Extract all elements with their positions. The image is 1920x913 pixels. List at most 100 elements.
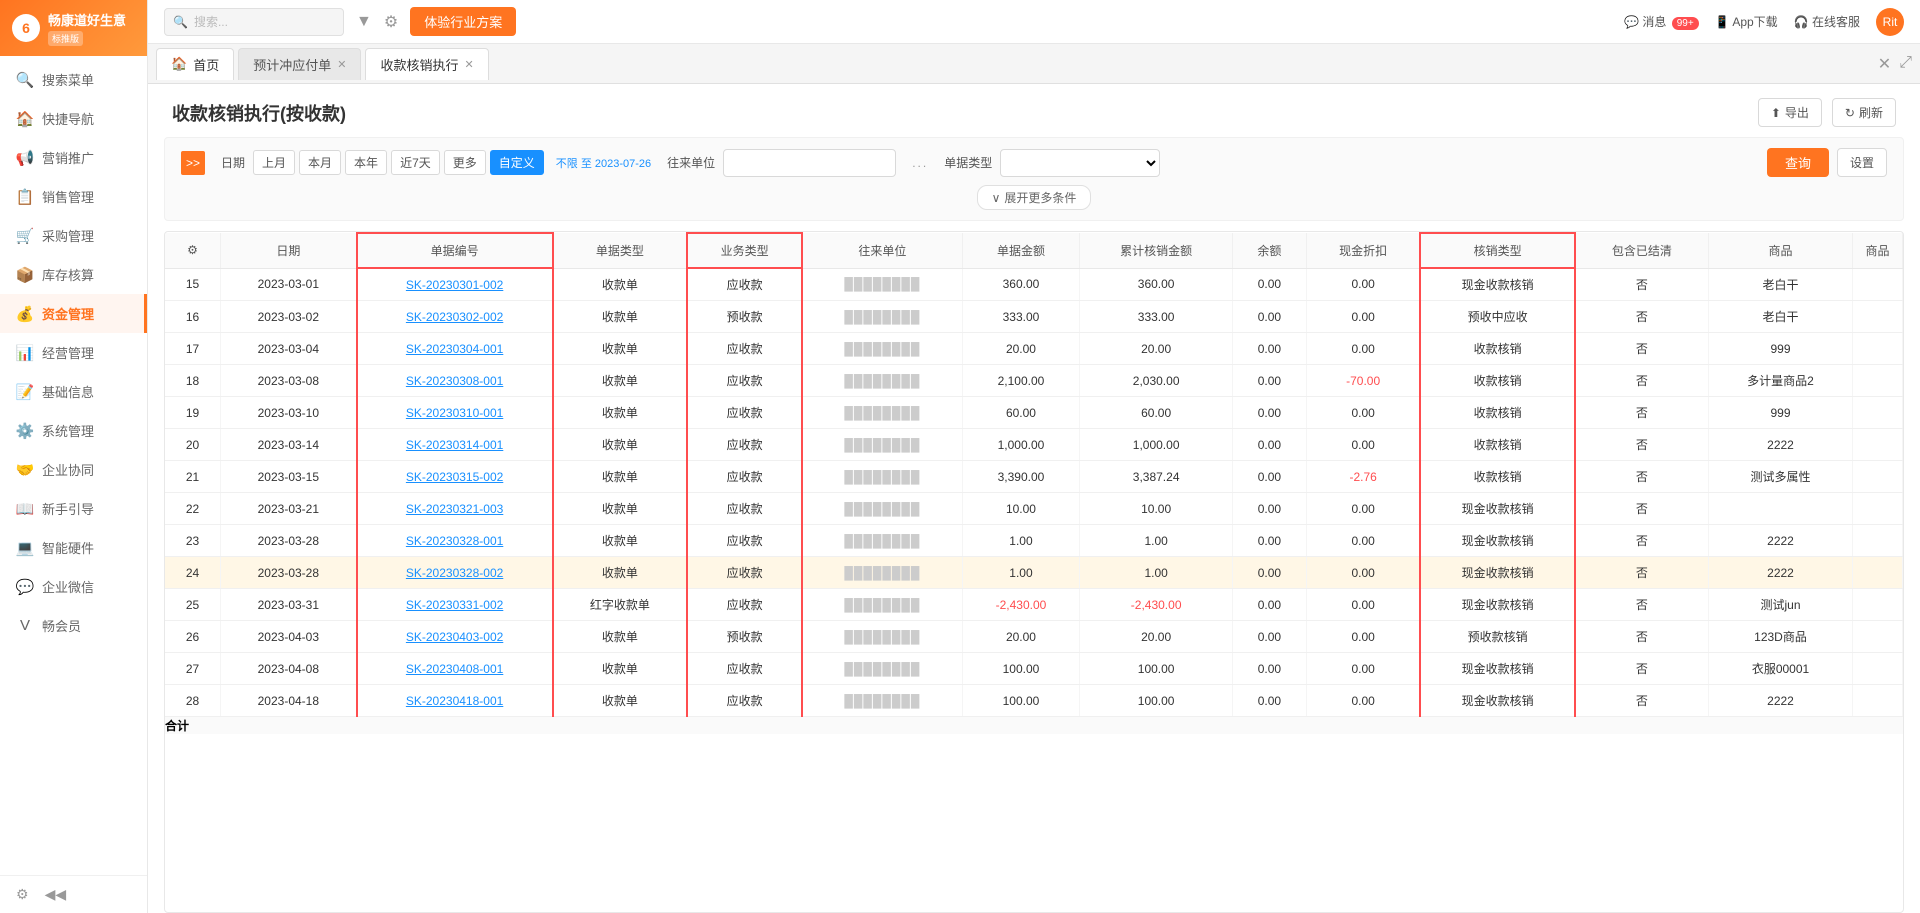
user-avatar[interactable]: Rit — [1876, 8, 1904, 36]
cell-voucher-no[interactable]: SK-20230328-002 — [357, 557, 553, 589]
filter-date-this-month[interactable]: 本月 — [299, 150, 341, 175]
tab-home[interactable]: 🏠 首页 — [156, 48, 234, 80]
finance-icon: 💰 — [16, 305, 34, 323]
sidebar-collapse-icon[interactable]: ◀◀ — [45, 886, 67, 903]
cell-voucher-no[interactable]: SK-20230304-001 — [357, 333, 553, 365]
solution-button[interactable]: 体验行业方案 — [410, 7, 516, 36]
expand-more-button[interactable]: ∨ 展开更多条件 — [977, 185, 1092, 210]
col-header-biz-type: 业务类型 — [687, 233, 802, 268]
filter-date-custom[interactable]: 自定义 — [490, 150, 544, 175]
sidebar-item-member[interactable]: V 畅会员 — [0, 606, 147, 645]
cell-goods2 — [1853, 653, 1903, 685]
cell-voucher-no[interactable]: SK-20230328-001 — [357, 525, 553, 557]
cell-seq: 28 — [165, 685, 221, 717]
cell-include-settled: 否 — [1575, 301, 1709, 333]
cell-partner: ████████ — [802, 461, 962, 493]
sidebar-item-marketing[interactable]: 📢 营销推广 — [0, 138, 147, 177]
cell-voucher-no[interactable]: SK-20230315-002 — [357, 461, 553, 493]
table-row: 212023-03-15SK-20230315-002收款单应收款███████… — [165, 461, 1903, 493]
cell-voucher-no[interactable]: SK-20230301-002 — [357, 268, 553, 301]
online-service-area[interactable]: 🎧 在线客服 — [1794, 13, 1860, 30]
cell-goods2 — [1853, 685, 1903, 717]
table-row: 282023-04-18SK-20230418-001收款单应收款███████… — [165, 685, 1903, 717]
sidebar-item-finance[interactable]: 💰 资金管理 — [0, 294, 147, 333]
filter-date-this-year[interactable]: 本年 — [345, 150, 387, 175]
tab-verify-close[interactable]: ✕ — [464, 58, 473, 71]
cell-cumulative: 20.00 — [1080, 333, 1233, 365]
cell-verify-type: 现金收款核销 — [1420, 685, 1574, 717]
cell-biz-type: 应收款 — [687, 525, 802, 557]
cell-voucher-no[interactable]: SK-20230308-001 — [357, 365, 553, 397]
sidebar-item-quicknav[interactable]: 🏠 快捷导航 — [0, 99, 147, 138]
cell-voucher-no[interactable]: SK-20230331-002 — [357, 589, 553, 621]
sidebar-item-hardware[interactable]: 💻 智能硬件 — [0, 528, 147, 567]
col-header-verify-type: 核销类型 — [1420, 233, 1574, 268]
cell-amount: 1.00 — [962, 525, 1080, 557]
tab-verify[interactable]: 收款核销执行 ✕ — [365, 48, 488, 80]
footer-label: 合计 — [165, 717, 357, 735]
cell-voucher-no[interactable]: SK-20230408-001 — [357, 653, 553, 685]
cell-voucher-no[interactable]: SK-20230310-001 — [357, 397, 553, 429]
message-area[interactable]: 💬 消息 99+ — [1624, 13, 1699, 30]
phone-icon: 📱 — [1715, 15, 1730, 29]
sidebar-item-wechat[interactable]: 💬 企业微信 — [0, 567, 147, 606]
app-download-area[interactable]: 📱 App下载 — [1715, 13, 1778, 30]
cell-partner: ████████ — [802, 589, 962, 621]
sidebar-item-guide[interactable]: 📖 新手引导 — [0, 489, 147, 528]
cell-voucher-no[interactable]: SK-20230418-001 — [357, 685, 553, 717]
filter-voucher-type-select[interactable] — [1000, 149, 1160, 177]
topbar-search-box[interactable]: 🔍 搜索... — [164, 8, 344, 36]
tab-prepay-close[interactable]: ✕ — [337, 58, 346, 71]
cell-verify-type: 预收款核销 — [1420, 621, 1574, 653]
filter-date-group: 日期 上月 本月 本年 近7天 更多 自定义 不限 至 2023-07-26 — [221, 150, 651, 175]
topbar-dropdown-icon[interactable]: ▼ — [356, 13, 372, 31]
tabbar-controls: ✕ ⤢ — [1878, 54, 1912, 74]
cell-date: 2023-04-18 — [221, 685, 357, 717]
cell-biz-type: 预收款 — [687, 301, 802, 333]
filter-date-7days[interactable]: 近7天 — [391, 150, 440, 175]
filter-partner-input[interactable] — [723, 149, 896, 177]
filter-date-last-month[interactable]: 上月 — [253, 150, 295, 175]
cell-amount: 10.00 — [962, 493, 1080, 525]
cell-goods2 — [1853, 525, 1903, 557]
tab-close-all-icon[interactable]: ✕ — [1878, 54, 1891, 74]
cell-balance: 0.00 — [1232, 365, 1306, 397]
sidebar-item-search[interactable]: 🔍 搜索菜单 — [0, 60, 147, 99]
cell-voucher-no[interactable]: SK-20230321-003 — [357, 493, 553, 525]
cell-date: 2023-04-08 — [221, 653, 357, 685]
filter-settings-button[interactable]: 设置 — [1837, 148, 1887, 177]
cell-cash-discount: -2.76 — [1306, 461, 1420, 493]
sidebar-item-system[interactable]: ⚙️ 系统管理 — [0, 411, 147, 450]
cell-seq: 15 — [165, 268, 221, 301]
filter-expand-button[interactable]: >> — [181, 151, 205, 175]
sidebar: 6 畅康道好生意 标推版 🔍 搜索菜单 🏠 快捷导航 📢 营销推广 📋 销售管理… — [0, 0, 148, 913]
sidebar-item-basic[interactable]: 📝 基础信息 — [0, 372, 147, 411]
query-button[interactable]: 查询 — [1767, 148, 1829, 177]
sidebar-item-inventory[interactable]: 📦 库存核算 — [0, 255, 147, 294]
cell-verify-type: 现金收款核销 — [1420, 493, 1574, 525]
sidebar-item-sales[interactable]: 📋 销售管理 — [0, 177, 147, 216]
tab-prepay[interactable]: 预计冲应付单 ✕ — [238, 48, 361, 80]
table-header-row: ⚙ 日期 单据编号 单据类型 业务类型 往来单位 单据金额 累计核销金额 余额 … — [165, 233, 1903, 268]
filter-date-more[interactable]: 更多 — [444, 150, 486, 175]
sidebar-item-operations[interactable]: 📊 经营管理 — [0, 333, 147, 372]
refresh-button[interactable]: ↻ 刷新 — [1832, 98, 1896, 127]
sidebar-item-enterprise[interactable]: 🤝 企业协同 — [0, 450, 147, 489]
tab-expand-icon[interactable]: ⤢ — [1899, 54, 1912, 74]
cell-voucher-type: 红字收款单 — [553, 589, 688, 621]
table-row: 242023-03-28SK-20230328-002收款单应收款███████… — [165, 557, 1903, 589]
cell-voucher-no[interactable]: SK-20230403-002 — [357, 621, 553, 653]
cell-goods: 2222 — [1709, 429, 1853, 461]
topbar-gear-icon[interactable]: ⚙ — [384, 12, 398, 32]
cell-verify-type: 收款核销 — [1420, 333, 1574, 365]
sidebar-item-purchase[interactable]: 🛒 采购管理 — [0, 216, 147, 255]
sidebar-settings-icon[interactable]: ⚙ — [16, 886, 29, 903]
topbar-search-icon: 🔍 — [173, 15, 188, 29]
cell-verify-type: 预收中应收 — [1420, 301, 1574, 333]
cell-amount: 2,100.00 — [962, 365, 1080, 397]
cell-voucher-no[interactable]: SK-20230314-001 — [357, 429, 553, 461]
cell-amount: 3,390.00 — [962, 461, 1080, 493]
cell-verify-type: 现金收款核销 — [1420, 589, 1574, 621]
cell-voucher-no[interactable]: SK-20230302-002 — [357, 301, 553, 333]
export-button[interactable]: ⬆ 导出 — [1758, 98, 1822, 127]
